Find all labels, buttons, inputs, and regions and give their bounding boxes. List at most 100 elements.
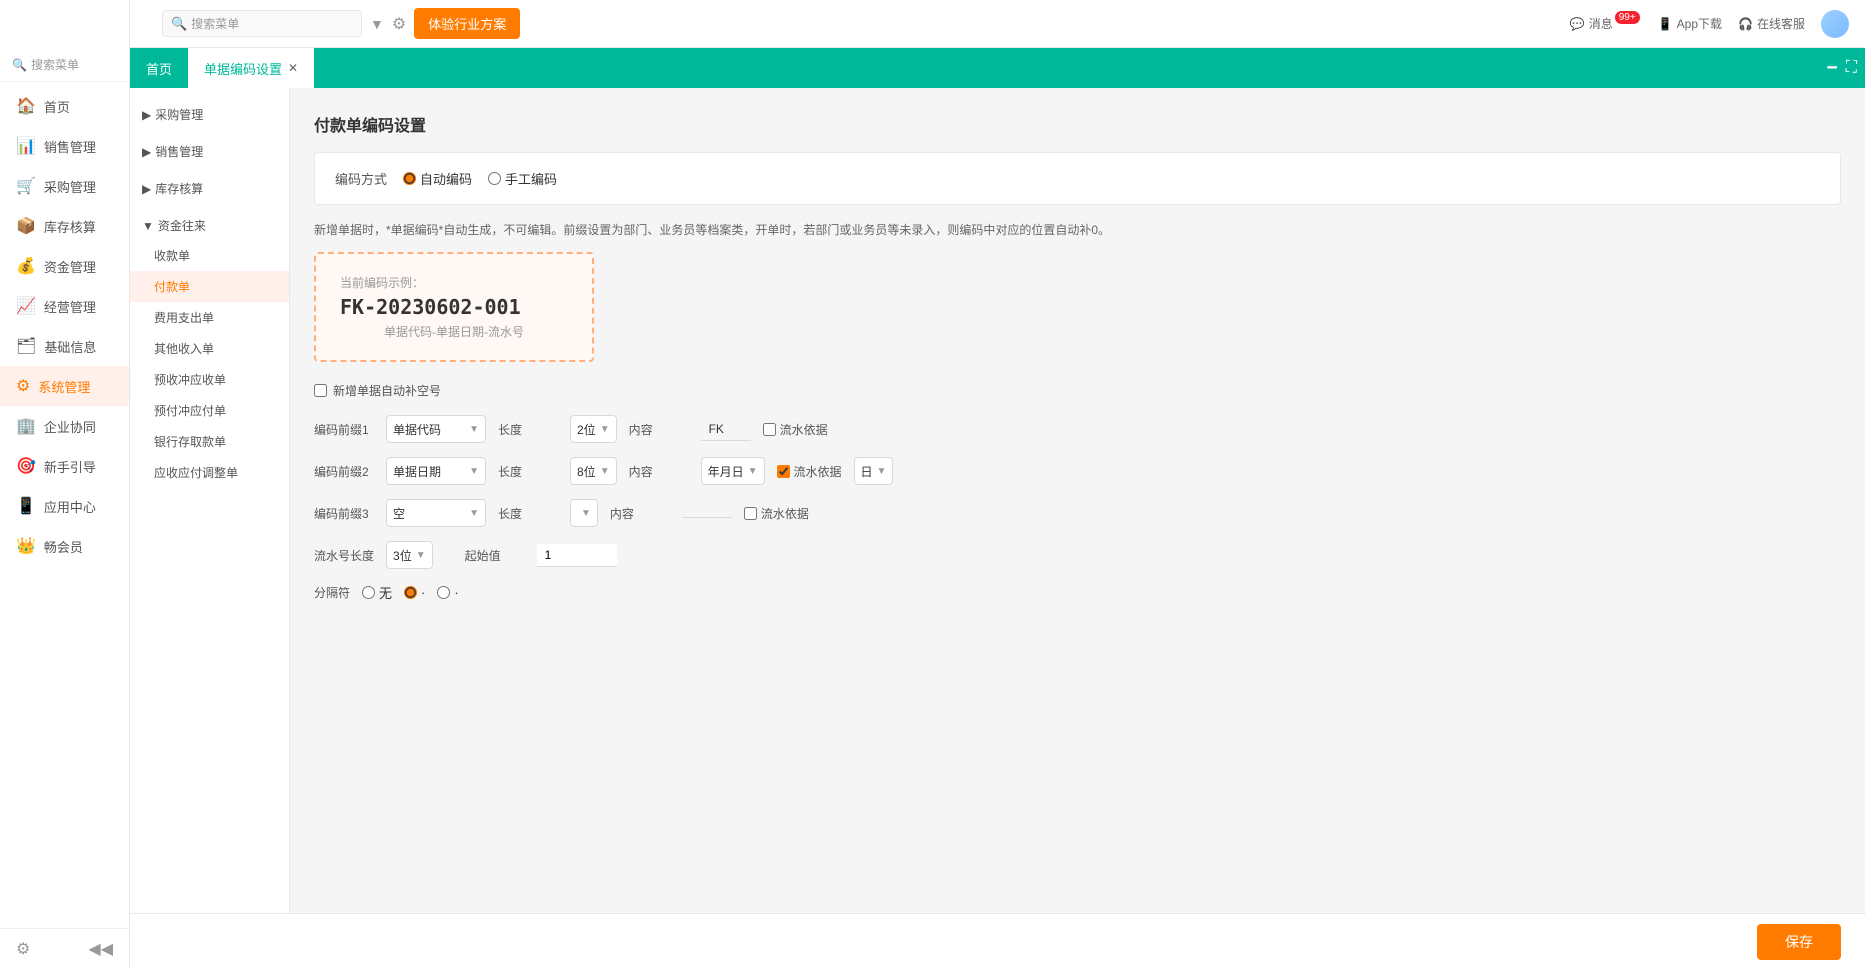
prefix1-length-select[interactable]: 2位 ▼ bbox=[570, 415, 617, 443]
prefix1-content-label: 内容 bbox=[629, 421, 689, 438]
home-icon: 🏠 bbox=[16, 96, 36, 116]
new-bill-checkbox[interactable] bbox=[314, 384, 327, 397]
chevron-right-icon: ▶ bbox=[142, 182, 151, 196]
encoding-method-card: 编码方式 自动编码 手工编码 bbox=[314, 152, 1841, 205]
prefix1-serial-follow: 流水依据 bbox=[763, 421, 828, 438]
prefix1-serial-checkbox[interactable] bbox=[763, 423, 776, 436]
sidebar-item-label: 资金管理 bbox=[44, 257, 96, 276]
message-label: 消息 bbox=[1589, 15, 1613, 32]
prefix2-period-select[interactable]: 日 ▼ bbox=[854, 457, 894, 485]
manual-code-radio[interactable]: 手工编码 bbox=[488, 169, 557, 188]
topbar: 🍊 畅捷通好生意 插件版 🔍 搜索菜单 ▼ ⚙ 体验行业方案 💬 消息 99+ … bbox=[0, 0, 1865, 48]
tab-encoding[interactable]: 单据编码设置 ✕ bbox=[188, 48, 314, 88]
collapse-icon[interactable]: ◀◀ bbox=[88, 939, 113, 959]
settings-icon[interactable]: ⚙ bbox=[392, 14, 406, 34]
sidebar-item-purchase[interactable]: 🛒 采购管理 bbox=[0, 166, 129, 206]
sub-item-other-income[interactable]: 其他收入单 bbox=[130, 333, 289, 364]
dropdown-icon[interactable]: ▼ bbox=[370, 16, 384, 32]
prefix3-length-label: 长度 bbox=[498, 505, 558, 522]
minimize-icon[interactable]: 🗕 bbox=[1826, 55, 1837, 82]
start-value-input[interactable] bbox=[537, 544, 617, 567]
prefix2-length-value: 8位 bbox=[577, 463, 596, 480]
sub-item-expense[interactable]: 费用支出单 bbox=[130, 302, 289, 333]
sidebar-item-sales[interactable]: 📊 销售管理 bbox=[0, 126, 129, 166]
user-avatar[interactable] bbox=[1821, 10, 1849, 38]
experience-button[interactable]: 体验行业方案 bbox=[414, 8, 520, 39]
sidebar-item-home[interactable]: 🏠 首页 bbox=[0, 86, 129, 126]
sidebar-item-label: 经营管理 bbox=[44, 297, 96, 316]
sidebar-item-finance[interactable]: 💰 资金管理 bbox=[0, 246, 129, 286]
base-icon: 🗂 bbox=[16, 336, 36, 356]
chevron-down-icon: ▼ bbox=[581, 508, 591, 519]
auto-code-radio[interactable]: 自动编码 bbox=[403, 169, 472, 188]
auto-code-input[interactable] bbox=[403, 172, 416, 185]
sidebar-item-label: 系统管理 bbox=[38, 377, 90, 396]
close-icon[interactable]: ✕ bbox=[288, 61, 298, 75]
sub-item-prepay-pay[interactable]: 预付冲应付单 bbox=[130, 395, 289, 426]
maximize-icon[interactable]: ⛶ bbox=[1846, 59, 1857, 77]
topbar-right: 💬 消息 99+ 📱 App下载 🎧 在线客服 bbox=[1570, 10, 1849, 38]
message-item[interactable]: 💬 消息 99+ bbox=[1570, 15, 1642, 32]
settings-bottom-icon[interactable]: ⚙ bbox=[16, 939, 30, 959]
serial-length-select[interactable]: 3位 ▼ bbox=[386, 541, 433, 569]
prefix3-length-select[interactable]: ▼ bbox=[570, 499, 598, 527]
sidebar-item-guide[interactable]: 🎯 新手引导 bbox=[0, 446, 129, 486]
message-icon: 💬 bbox=[1570, 17, 1585, 31]
sidebar-item-operation[interactable]: 📈 经营管理 bbox=[0, 286, 129, 326]
prefix2-length-select[interactable]: 8位 ▼ bbox=[570, 457, 617, 485]
sub-item-payment[interactable]: 付款单 bbox=[130, 271, 289, 302]
save-button[interactable]: 保存 bbox=[1757, 924, 1841, 960]
auto-code-label: 自动编码 bbox=[420, 169, 472, 188]
prefix3-select[interactable]: 空 ▼ bbox=[386, 499, 486, 527]
prefix2-serial-follow: 流水依据 bbox=[777, 463, 842, 480]
prefix2-select[interactable]: 单据日期 ▼ bbox=[386, 457, 486, 485]
prefix1-serial-label: 流水依据 bbox=[780, 421, 828, 438]
tab-home-label: 首页 bbox=[146, 59, 172, 78]
separator-dash-input[interactable] bbox=[437, 586, 450, 599]
prefix1-length-label: 长度 bbox=[498, 421, 558, 438]
sidebar-item-enterprise[interactable]: 🏢 企业协同 bbox=[0, 406, 129, 446]
sub-item-receipt[interactable]: 收款单 bbox=[130, 240, 289, 271]
prefix3-content-value bbox=[682, 509, 732, 518]
chevron-down-icon: ▼ bbox=[469, 466, 479, 477]
prefix3-serial-checkbox[interactable] bbox=[744, 507, 757, 520]
chevron-down-icon: ▼ bbox=[748, 466, 758, 477]
manual-code-input[interactable] bbox=[488, 172, 501, 185]
sub-group-purchase-title[interactable]: ▶ 采购管理 bbox=[130, 100, 289, 129]
prefix2-serial-checkbox[interactable] bbox=[777, 465, 790, 478]
sub-group-label: 资金往来 bbox=[158, 217, 206, 234]
sidebar-item-system[interactable]: ⚙ 系统管理 bbox=[0, 366, 129, 406]
sidebar-item-inventory[interactable]: 📦 库存核算 bbox=[0, 206, 129, 246]
prefix1-select[interactable]: 单据代码 ▼ bbox=[386, 415, 486, 443]
separator-row: 分隔符 无 · · bbox=[314, 583, 1841, 602]
separator-dot-radio[interactable]: · bbox=[404, 585, 425, 600]
chevron-right-icon: ▶ bbox=[142, 145, 151, 159]
service-icon: 🎧 bbox=[1738, 17, 1753, 31]
search-area[interactable]: 🔍 搜索菜单 bbox=[162, 10, 362, 37]
separator-none-input[interactable] bbox=[362, 586, 375, 599]
sub-group-sales-title[interactable]: ▶ 销售管理 bbox=[130, 137, 289, 166]
online-service-item[interactable]: 🎧 在线客服 bbox=[1738, 15, 1805, 32]
sub-item-adjust[interactable]: 应收应付调整单 bbox=[130, 457, 289, 488]
sidebar-item-member[interactable]: 👑 畅会员 bbox=[0, 526, 129, 566]
tab-home[interactable]: 首页 bbox=[130, 48, 188, 88]
mobile-icon: 📱 bbox=[1658, 17, 1673, 31]
tabbar-controls: 🗕 ⛶ bbox=[1826, 55, 1865, 82]
prefix2-content-select[interactable]: 年月日 ▼ bbox=[701, 457, 765, 485]
sub-item-bank-deposit[interactable]: 银行存取款单 bbox=[130, 426, 289, 457]
prefix2-length-label: 长度 bbox=[498, 463, 558, 480]
sidebar-item-app-center[interactable]: 📱 应用中心 bbox=[0, 486, 129, 526]
new-bill-row: 新增单据自动补空号 bbox=[314, 382, 1841, 399]
app-download-item[interactable]: 📱 App下载 bbox=[1658, 15, 1722, 32]
separator-none-radio[interactable]: 无 bbox=[362, 583, 392, 602]
sub-item-prepay-recv[interactable]: 预收冲应收单 bbox=[130, 364, 289, 395]
sidebar-item-base[interactable]: 🗂 基础信息 bbox=[0, 326, 129, 366]
sub-group-inventory-title[interactable]: ▶ 库存核算 bbox=[130, 174, 289, 203]
sidebar-search[interactable]: 🔍 搜索菜单 bbox=[0, 48, 129, 82]
chevron-down-icon: ▼ bbox=[142, 219, 154, 233]
separator-dash-radio[interactable]: · bbox=[437, 585, 458, 600]
app-download-label: App下载 bbox=[1677, 15, 1722, 32]
separator-dot-input[interactable] bbox=[404, 586, 417, 599]
sub-group-sales: ▶ 销售管理 bbox=[130, 133, 289, 170]
sub-group-capital-title[interactable]: ▼ 资金往来 bbox=[130, 211, 289, 240]
